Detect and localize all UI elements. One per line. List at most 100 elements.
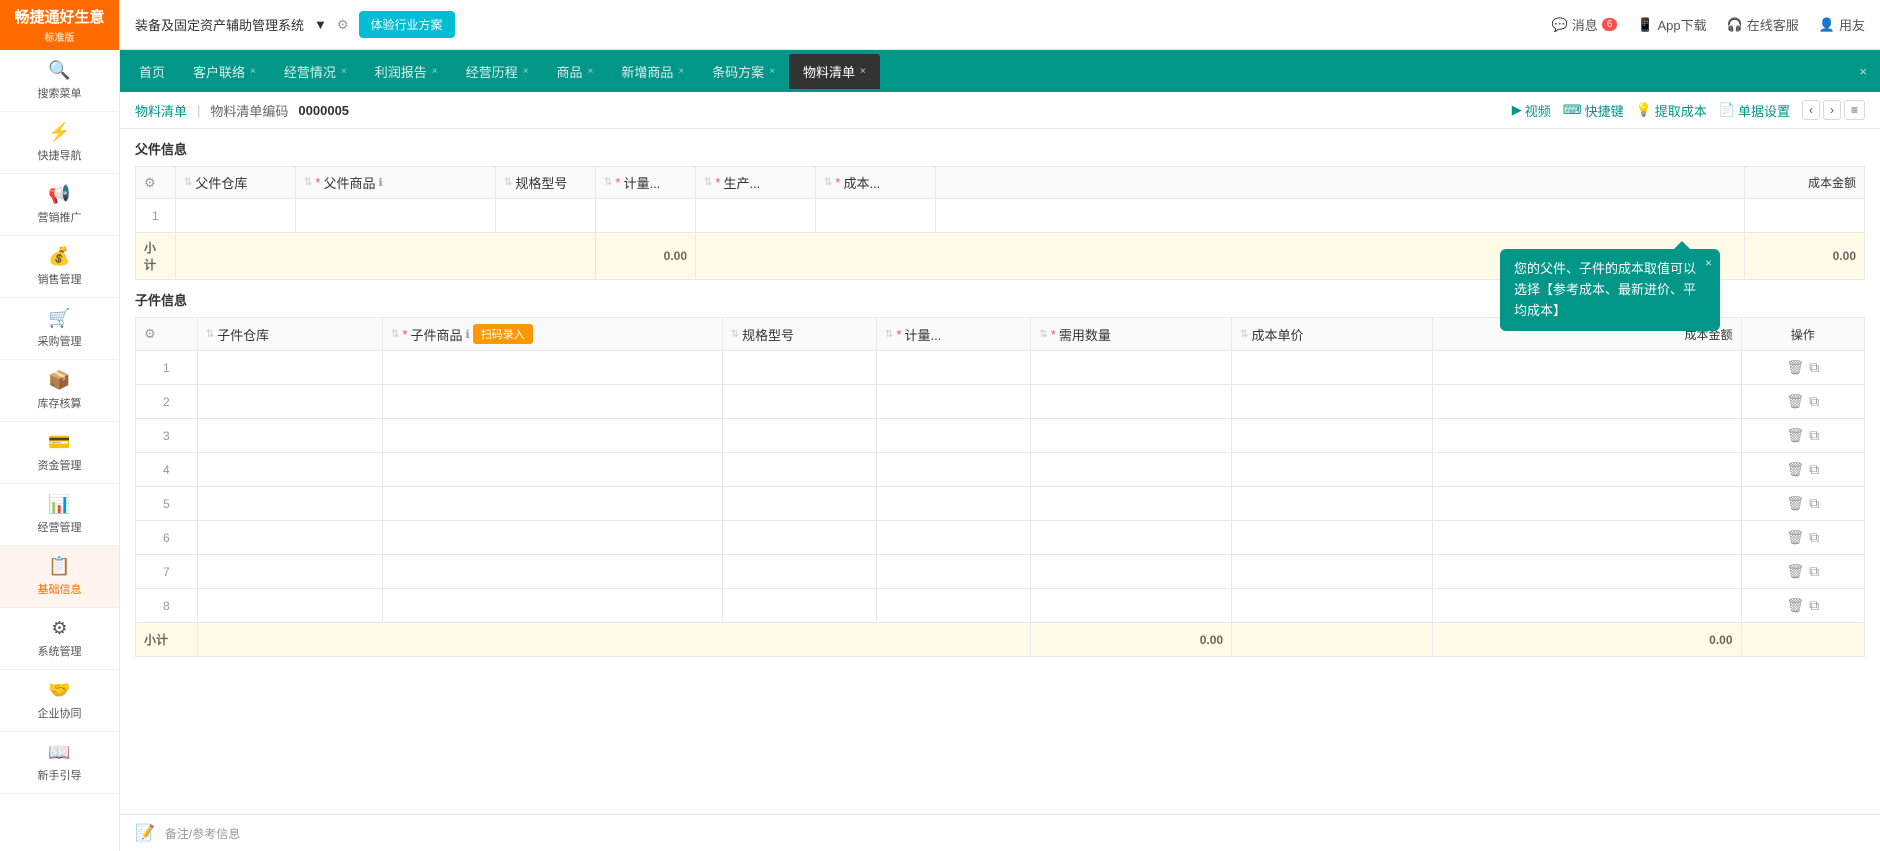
copy-icon[interactable]: ⧉ — [1809, 461, 1819, 478]
parent-th-warehouse[interactable]: ⇅父件仓库 — [176, 167, 296, 199]
scan-input-btn[interactable]: 扫码录入 — [473, 324, 533, 344]
nav-tab-首页[interactable]: 首页 — [125, 54, 179, 89]
child-cell-quantity[interactable] — [1031, 555, 1232, 589]
trial-button[interactable]: 体验行业方案 — [359, 11, 455, 38]
child-cell-quantity[interactable] — [1031, 351, 1232, 385]
sidebar-item-资金管理[interactable]: 💳资金管理 — [0, 422, 119, 484]
parent-cell-cost[interactable] — [816, 199, 936, 233]
list-view-btn[interactable]: ≡ — [1844, 100, 1865, 120]
delete-icon[interactable]: 🗑 — [1786, 427, 1804, 444]
dropdown-icon[interactable]: ▼ — [314, 17, 327, 32]
child-cell-unit-cost[interactable] — [1232, 521, 1433, 555]
child-cell-quantity[interactable] — [1031, 385, 1232, 419]
sidebar-item-库存核算[interactable]: 📦库存核算 — [0, 360, 119, 422]
child-cell-warehouse[interactable] — [197, 351, 382, 385]
parent-cell-unit[interactable] — [596, 199, 696, 233]
sidebar-item-经营管理[interactable]: 📊经营管理 — [0, 484, 119, 546]
copy-icon[interactable]: ⧉ — [1809, 597, 1819, 614]
child-cell-product[interactable] — [383, 419, 723, 453]
breadcrumb[interactable]: 物料清单 — [135, 101, 187, 120]
parent-th-product[interactable]: ⇅*父件商品ℹ — [296, 167, 496, 199]
delete-icon[interactable]: 🗑 — [1786, 529, 1804, 546]
child-cell-unit-cost[interactable] — [1232, 385, 1433, 419]
child-cell-unit-cost[interactable] — [1232, 351, 1433, 385]
parent-th-production[interactable]: ⇅*生产... — [696, 167, 816, 199]
child-cell-unit-cost[interactable] — [1232, 419, 1433, 453]
sidebar-item-销售管理[interactable]: 💰销售管理 — [0, 236, 119, 298]
nav-tab-经营历程[interactable]: 经营历程 × — [452, 54, 543, 89]
child-cell-spec[interactable] — [722, 589, 876, 623]
child-cell-spec[interactable] — [722, 351, 876, 385]
nav-tab-经营情况[interactable]: 经营情况 × — [270, 54, 361, 89]
nav-tab-新增商品[interactable]: 新增商品 × — [607, 54, 698, 89]
child-cell-product[interactable] — [383, 385, 723, 419]
nav-tab-商品[interactable]: 商品 × — [542, 54, 607, 89]
delete-icon[interactable]: 🗑 — [1786, 461, 1804, 478]
child-cell-warehouse[interactable] — [197, 589, 382, 623]
child-th-unit[interactable]: ⇅*计量... — [877, 318, 1031, 351]
child-cell-quantity[interactable] — [1031, 589, 1232, 623]
user-item[interactable]: 👤 用友 — [1819, 15, 1865, 34]
parent-th-unit[interactable]: ⇅*计量... — [596, 167, 696, 199]
child-cell-product[interactable] — [383, 351, 723, 385]
copy-icon[interactable]: ⧉ — [1809, 529, 1819, 546]
settings-icon[interactable]: ⚙ — [337, 17, 349, 33]
settings-btn[interactable]: 📄 单据设置 — [1719, 101, 1790, 120]
child-cell-unit-cost[interactable] — [1232, 555, 1433, 589]
sidebar-item-基础信息[interactable]: 📋基础信息 — [0, 546, 119, 608]
copy-icon[interactable]: ⧉ — [1809, 427, 1819, 444]
child-cell-quantity[interactable] — [1031, 419, 1232, 453]
child-th-quantity[interactable]: ⇅*需用数量 — [1031, 318, 1232, 351]
delete-icon[interactable]: 🗑 — [1786, 393, 1804, 410]
child-cell-warehouse[interactable] — [197, 521, 382, 555]
nav-tab-客户联络[interactable]: 客户联络 × — [179, 54, 270, 89]
child-cell-spec[interactable] — [722, 419, 876, 453]
parent-cell-production[interactable] — [696, 199, 816, 233]
child-cell-quantity[interactable] — [1031, 487, 1232, 521]
child-cell-unit[interactable] — [877, 555, 1031, 589]
sidebar-item-企业协同[interactable]: 🤝企业协同 — [0, 670, 119, 732]
child-cell-unit[interactable] — [877, 419, 1031, 453]
copy-icon[interactable]: ⧉ — [1809, 393, 1819, 410]
parent-cell-warehouse[interactable] — [176, 199, 296, 233]
extract-cost-btn[interactable]: 💡 提取成本 — [1636, 101, 1707, 120]
child-cell-product[interactable] — [383, 589, 723, 623]
nav-tab-条码方案[interactable]: 条码方案 × — [698, 54, 789, 89]
child-th-warehouse[interactable]: ⇅子件仓库 — [197, 318, 382, 351]
parent-th-settings[interactable]: ⚙ — [136, 167, 176, 199]
parent-th-cost[interactable]: ⇅*成本... — [816, 167, 936, 199]
shortcut-btn[interactable]: ⌨ 快捷键 — [1563, 101, 1624, 120]
child-cell-spec[interactable] — [722, 487, 876, 521]
child-cell-unit[interactable] — [877, 589, 1031, 623]
child-cell-product[interactable] — [383, 521, 723, 555]
parent-th-spec[interactable]: ⇅规格型号 — [496, 167, 596, 199]
messages-item[interactable]: 💬 消息 6 — [1552, 15, 1618, 34]
delete-icon[interactable]: 🗑 — [1786, 563, 1804, 580]
child-cell-quantity[interactable] — [1031, 453, 1232, 487]
child-th-product[interactable]: ⇅*子件商品ℹ扫码录入 — [383, 318, 723, 351]
child-cell-spec[interactable] — [722, 385, 876, 419]
delete-icon[interactable]: 🗑 — [1786, 597, 1804, 614]
child-th-settings[interactable]: ⚙ — [136, 318, 198, 351]
child-cell-product[interactable] — [383, 487, 723, 521]
child-cell-unit[interactable] — [877, 453, 1031, 487]
child-cell-warehouse[interactable] — [197, 453, 382, 487]
child-cell-spec[interactable] — [722, 453, 876, 487]
tooltip-close-btn[interactable]: × — [1705, 254, 1712, 273]
child-cell-warehouse[interactable] — [197, 419, 382, 453]
child-cell-unit-cost[interactable] — [1232, 589, 1433, 623]
child-cell-unit[interactable] — [877, 351, 1031, 385]
sidebar-item-采购管理[interactable]: 🛒采购管理 — [0, 298, 119, 360]
nav-tab-利润报告[interactable]: 利润报告 × — [361, 54, 452, 89]
view-video-btn[interactable]: ▶ 视频 — [1512, 101, 1551, 120]
next-page-btn[interactable]: › — [1823, 100, 1841, 120]
online-service-item[interactable]: 🎧 在线客服 — [1727, 15, 1799, 34]
child-th-spec[interactable]: ⇅规格型号 — [722, 318, 876, 351]
child-th-unit-cost[interactable]: ⇅成本单价 — [1232, 318, 1433, 351]
sidebar-item-新手引导[interactable]: 📖新手引导 — [0, 732, 119, 794]
child-cell-warehouse[interactable] — [197, 487, 382, 521]
copy-icon[interactable]: ⧉ — [1809, 359, 1819, 376]
copy-icon[interactable]: ⧉ — [1809, 563, 1819, 580]
close-all-tabs-btn[interactable]: × — [1851, 64, 1875, 79]
app-download-item[interactable]: 📱 App下载 — [1637, 15, 1706, 34]
